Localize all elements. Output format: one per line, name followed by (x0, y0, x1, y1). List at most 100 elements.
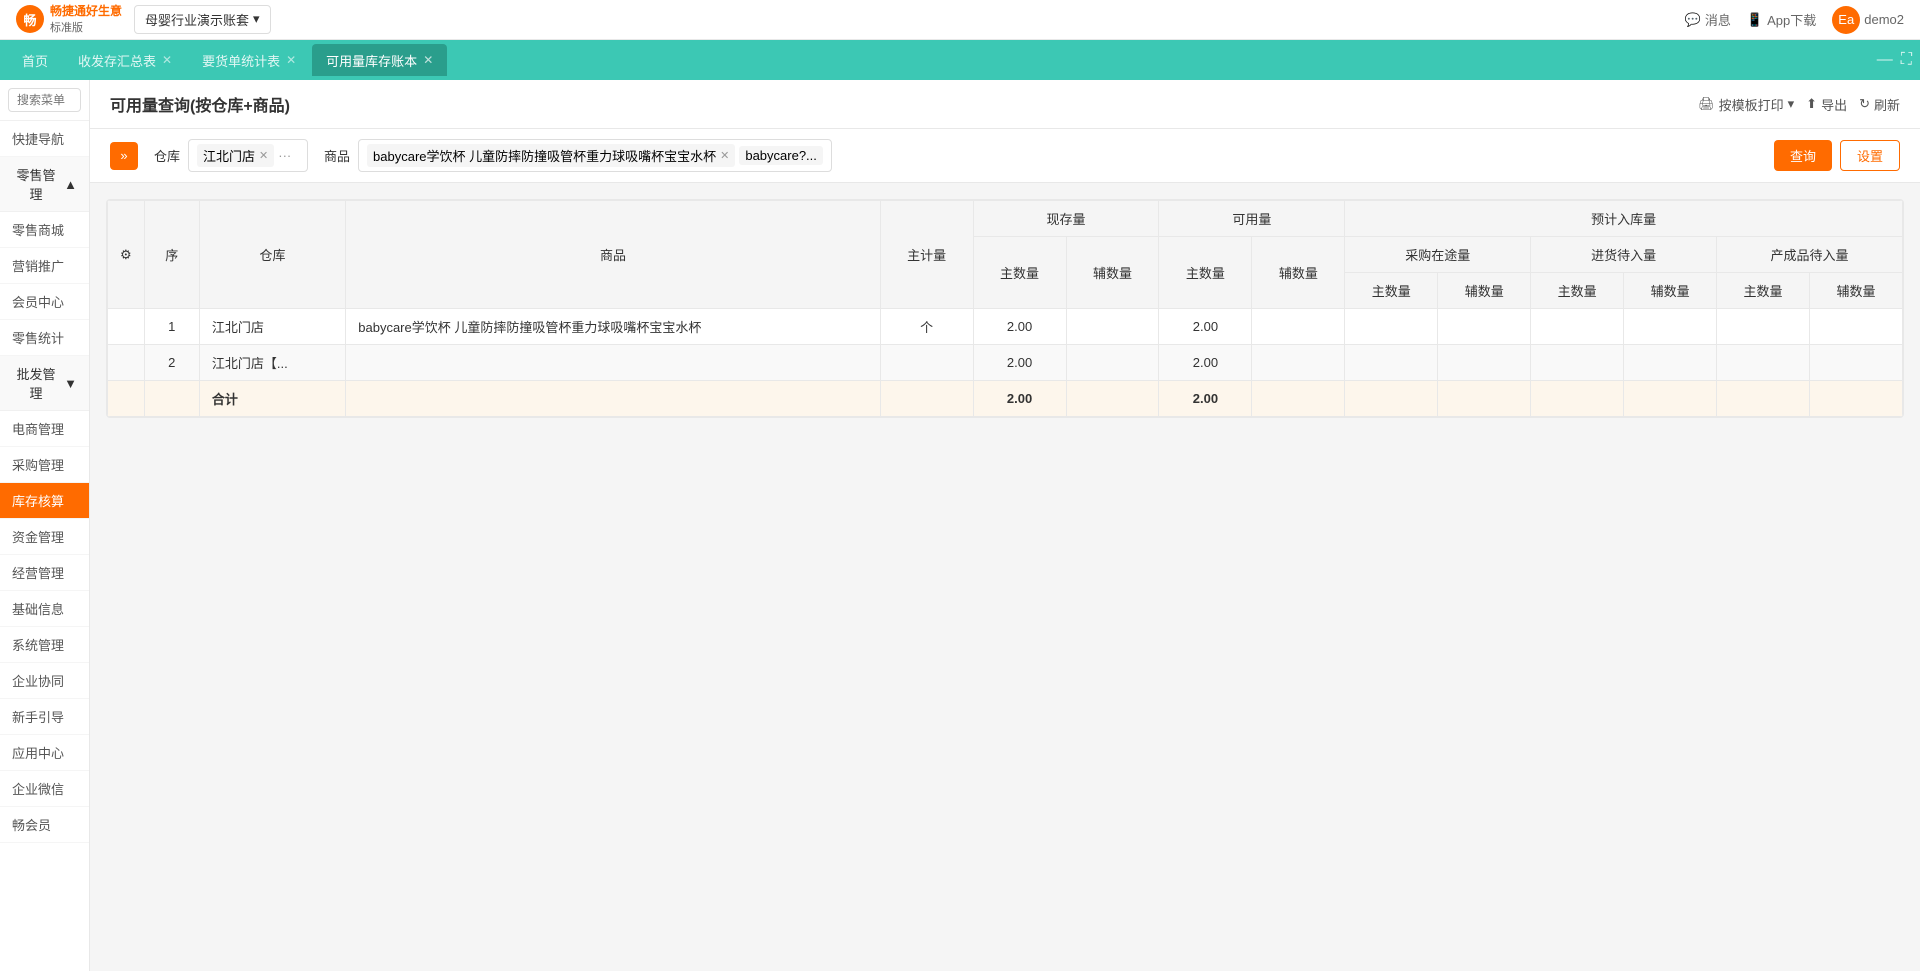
table-wrapper: ⚙ 序 仓库 商品 主计量 现存量 可用量 预计入库量 主数量 辅 (106, 199, 1904, 418)
sidebar-item-system[interactable]: 系统管理 (0, 627, 89, 663)
col-planned-in-header: 预计入库量 (1345, 201, 1903, 237)
sidebar-item-quick-nav[interactable]: 快捷导航 (0, 121, 89, 157)
top-bar-right: 💬 消息 📱 App下载 Ea demo2 (1685, 6, 1904, 34)
tab-close-order-stats[interactable]: ✕ (286, 53, 296, 67)
sidebar-item-marketing[interactable]: 营销推广 (0, 248, 89, 284)
row-2-purchase-aux (1438, 345, 1531, 381)
col-existing-header: 现存量 (973, 201, 1159, 237)
row-1-unit: 个 (880, 309, 973, 345)
table-row: 1 江北门店 babycare学饮杯 儿童防摔防撞吸管杯重力球吸嘴杯宝宝水杯 个… (108, 309, 1903, 345)
settings-button[interactable]: 设置 (1840, 140, 1900, 171)
user-avatar-btn[interactable]: Ea demo2 (1832, 6, 1904, 34)
sidebar-item-purchase[interactable]: 采购管理 (0, 447, 89, 483)
row-2-product (346, 345, 880, 381)
content-area: 可用量查询(按仓库+商品) 🖨 按模板打印 ▾ ⬆ 导出 ↻ 刷新 (90, 80, 1920, 971)
col-incoming-main-header: 主数量 (1531, 273, 1624, 309)
product-input[interactable]: babycare学饮杯 儿童防摔防撞吸管杯重力球吸嘴杯宝宝水杯 ✕ babyca… (358, 139, 832, 172)
row-2-incoming-main (1531, 345, 1624, 381)
tab-bar: 首页 收发存汇总表 ✕ 要货单统计表 ✕ 可用量库存账本 ✕ — ⛶ (0, 40, 1920, 80)
row-2-no: 2 (144, 345, 199, 381)
footer-existing-main: 2.00 (973, 381, 1066, 417)
col-warehouse-header: 仓库 (199, 201, 345, 309)
sidebar-item-enterprise[interactable]: 企业协同 (0, 663, 89, 699)
warehouse-tag-close[interactable]: ✕ (259, 149, 268, 162)
col-existing-main-header: 主数量 (973, 237, 1066, 309)
product-tag-1: babycare学饮杯 儿童防摔防撞吸管杯重力球吸嘴杯宝宝水杯 ✕ (367, 144, 735, 167)
template-print-btn[interactable]: 🖨 按模板打印 ▾ (1698, 95, 1794, 114)
logo-sub: 标准版 (50, 19, 122, 35)
row-1-purchase-main (1345, 309, 1438, 345)
query-button[interactable]: 查询 (1774, 140, 1832, 171)
tab-home[interactable]: 首页 (8, 44, 62, 76)
col-incoming-aux-header: 辅数量 (1624, 273, 1717, 309)
row-1-no: 1 (144, 309, 199, 345)
tab-close-receive-summary[interactable]: ✕ (162, 53, 172, 67)
message-btn[interactable]: 💬 消息 (1685, 10, 1731, 29)
row-1-incoming-main (1531, 309, 1624, 345)
sidebar-item-wholesale[interactable]: 批发管理 ▼ (0, 356, 89, 411)
sidebar-item-ecommerce[interactable]: 电商管理 (0, 411, 89, 447)
tab-maximize-btn[interactable]: ⛶ (1901, 51, 1912, 69)
col-no-header: 序 (144, 201, 199, 309)
sidebar-item-basic-info[interactable]: 基础信息 (0, 591, 89, 627)
footer-label: 合计 (199, 381, 345, 417)
sidebar-item-operations[interactable]: 经营管理 (0, 555, 89, 591)
row-1-existing-aux (1066, 309, 1159, 345)
footer-total-row: 合计 2.00 2.00 (108, 381, 1903, 417)
filter-toggle-btn[interactable]: » (110, 142, 138, 170)
warehouse-more-btn[interactable]: ··· (278, 148, 291, 163)
sidebar-item-member[interactable]: 会员中心 (0, 284, 89, 320)
tab-close-available-inventory[interactable]: ✕ (423, 53, 433, 67)
app-download-btn[interactable]: 📱 App下载 (1747, 10, 1816, 29)
sidebar-item-new-guide[interactable]: 新手引导 (0, 699, 89, 735)
sidebar-item-member2[interactable]: 畅会员 (0, 807, 89, 843)
row-2-available-main: 2.00 (1159, 345, 1252, 381)
row-1-product: babycare学饮杯 儿童防摔防撞吸管杯重力球吸嘴杯宝宝水杯 (346, 309, 880, 345)
col-available-aux-header: 辅数量 (1252, 237, 1345, 309)
sidebar-item-app-center[interactable]: 应用中心 (0, 735, 89, 771)
product-tag-1-close[interactable]: ✕ (720, 149, 729, 162)
warehouse-filter-group: 仓库 江北门店 ✕ ··· (154, 139, 308, 172)
warehouse-input[interactable]: 江北门店 ✕ ··· (188, 139, 308, 172)
footer-available-main: 2.00 (1159, 381, 1252, 417)
sidebar-item-zero-sales[interactable]: 零售管理 ▲ (0, 157, 89, 212)
col-existing-aux-header: 辅数量 (1066, 237, 1159, 309)
row-2-unit (880, 345, 973, 381)
row-1-incoming-aux (1624, 309, 1717, 345)
row-1-finished-main (1717, 309, 1810, 345)
industry-selector[interactable]: 母婴行业演示账套 ▾ (134, 5, 271, 34)
row-1-settings (108, 309, 145, 345)
filter-bar: » 仓库 江北门店 ✕ ··· 商品 babycare学饮杯 儿童防摔防撞吸管杯… (90, 129, 1920, 183)
col-available-main-header: 主数量 (1159, 237, 1252, 309)
col-purchase-main-header: 主数量 (1345, 273, 1438, 309)
tab-order-stats[interactable]: 要货单统计表 ✕ (188, 44, 310, 76)
sidebar-search-area (0, 80, 89, 121)
tab-receive-summary[interactable]: 收发存汇总表 ✕ (64, 44, 186, 76)
refresh-btn[interactable]: ↻ 刷新 (1859, 95, 1900, 114)
chevron-down-icon: ▼ (64, 376, 77, 391)
avatar: Ea (1832, 6, 1860, 34)
export-btn[interactable]: ⬆ 导出 (1806, 95, 1847, 114)
col-product-header: 商品 (346, 201, 880, 309)
warehouse-label: 仓库 (154, 146, 180, 165)
col-settings-header[interactable]: ⚙ (108, 201, 145, 309)
filter-actions: 查询 设置 (1774, 140, 1900, 171)
search-input[interactable] (8, 88, 81, 112)
dropdown-icon: ▾ (1788, 96, 1795, 112)
col-incoming-pending-header: 进货待入量 (1531, 237, 1717, 273)
sidebar-item-enterprise-wechat[interactable]: 企业微信 (0, 771, 89, 807)
logo: 畅 畅捷通好生意 标准版 (16, 4, 122, 34)
row-1-warehouse: 江北门店 (199, 309, 345, 345)
sidebar-item-zero-mall[interactable]: 零售商城 (0, 212, 89, 248)
tab-available-inventory[interactable]: 可用量库存账本 ✕ (312, 44, 447, 76)
row-2-existing-main: 2.00 (973, 345, 1066, 381)
sidebar-item-finance[interactable]: 资金管理 (0, 519, 89, 555)
sidebar-item-zero-stats[interactable]: 零售统计 (0, 320, 89, 356)
product-filter-group: 商品 babycare学饮杯 儿童防摔防撞吸管杯重力球吸嘴杯宝宝水杯 ✕ bab… (324, 139, 832, 172)
table-row-group: 2 江北门店【... 2.00 2.00 (108, 345, 1903, 381)
col-main-unit-header: 主计量 (880, 201, 973, 309)
refresh-icon: ↻ (1859, 96, 1870, 112)
tab-minimize-btn[interactable]: — (1877, 51, 1893, 69)
row-2-incoming-aux (1624, 345, 1717, 381)
sidebar-item-inventory[interactable]: 库存核算 (0, 483, 89, 519)
